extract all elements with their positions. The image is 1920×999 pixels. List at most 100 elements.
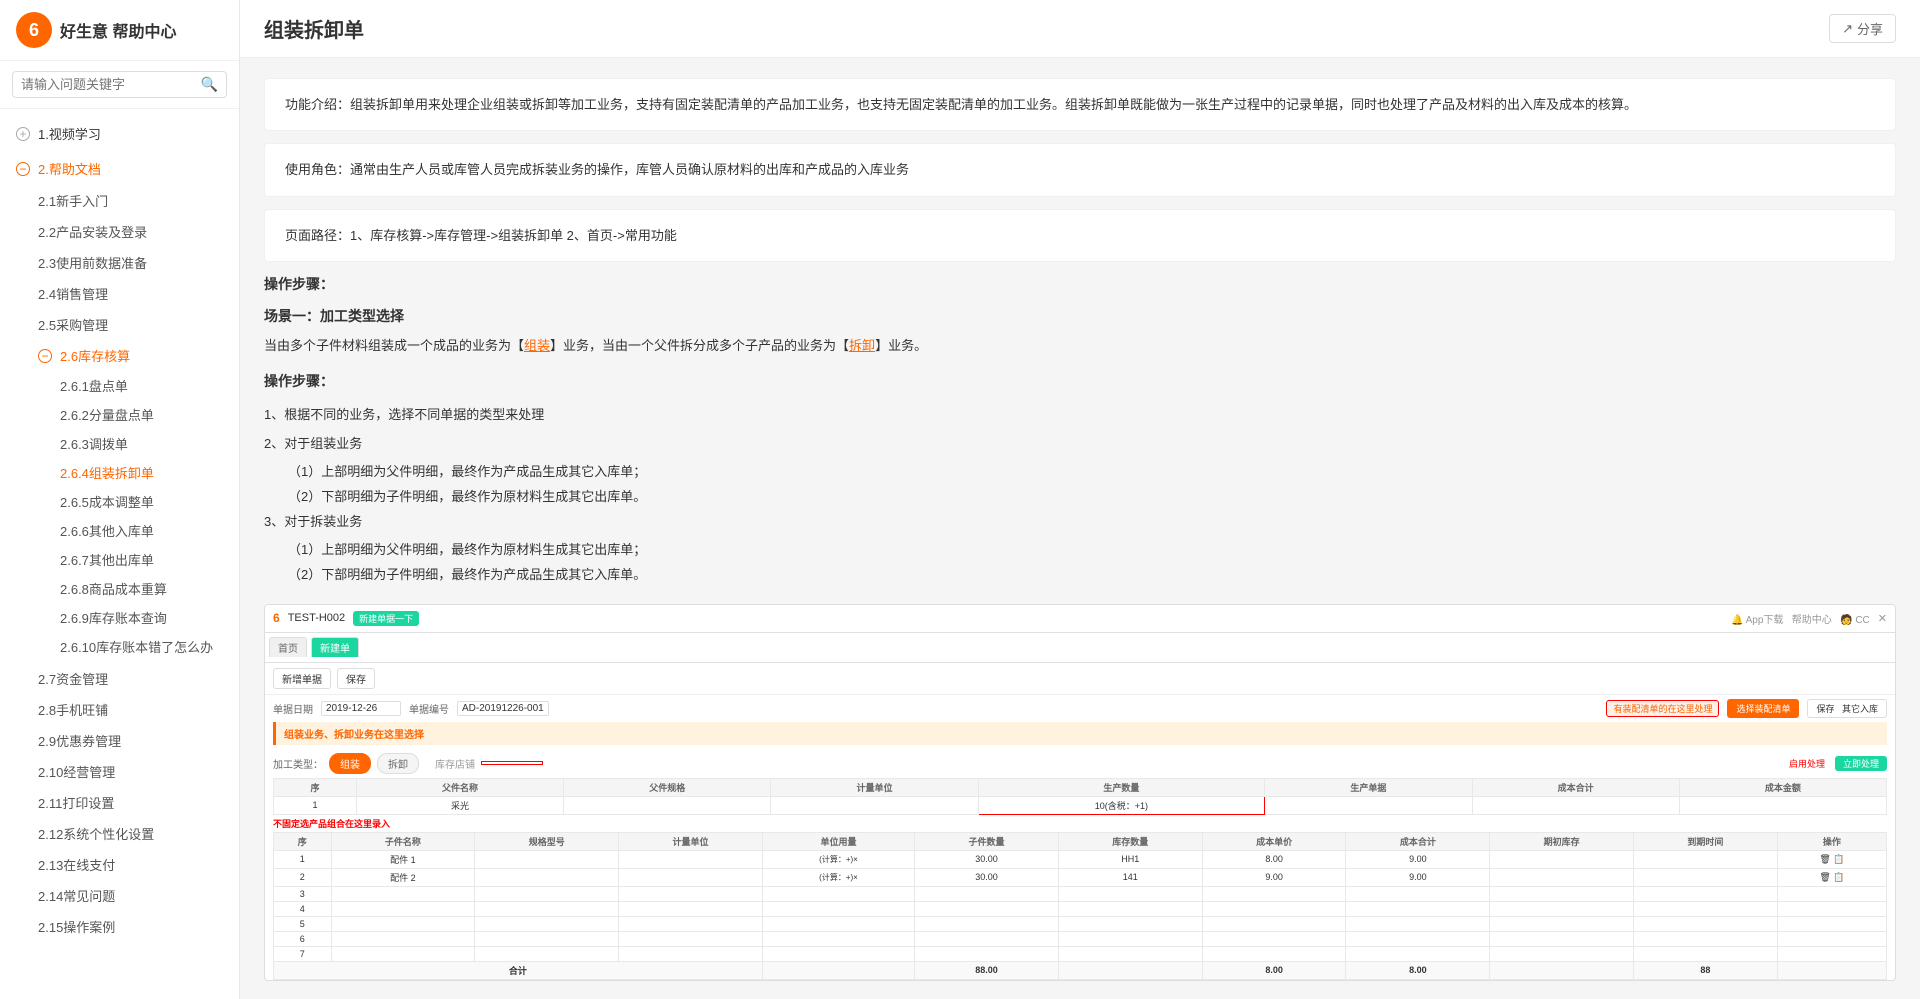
docs-subitems: 2.1新手入门 2.2产品安装及登录 2.3使用前数据准备 2.4销售管理 2.… xyxy=(0,185,239,942)
sidebar-item-video[interactable]: + 1.视频学习 xyxy=(0,117,239,150)
toolbar-btn-new[interactable]: 新增单据 xyxy=(273,668,331,689)
toolbar-btn-savefinal[interactable]: 保存 其它入库 xyxy=(1807,699,1887,718)
col-seq: 序 xyxy=(274,778,357,796)
search-box[interactable]: 🔍 xyxy=(12,71,227,98)
app-toolbar: 新增单据 保存 xyxy=(265,663,1895,695)
scenario1-title: 场景一：加工类型选择 xyxy=(264,306,1896,326)
collapse-icon: − xyxy=(16,162,30,176)
app-icons: 🔔 App下载 帮助中心 🧑 CC xyxy=(1731,611,1870,626)
col-cost-total: 成本合计 xyxy=(1472,778,1679,796)
screenshot-container: 6 TEST-H002 新建单据一下 🔔 App下载 帮助中心 🧑 CC ✕ 首… xyxy=(264,604,1896,981)
operations-title: 操作步骤： xyxy=(264,274,1896,294)
nav-area: + 1.视频学习 − 2.帮助文档 2.1新手入门 2.2产品安装及登录 2.3… xyxy=(0,109,239,999)
ops-steps-title: 操作步骤： xyxy=(264,371,1896,391)
table-row: 2 配件 2 (计算：+)× 30.00 141 9.00 9.00 xyxy=(274,868,1887,886)
sidebar-item-2-6-8[interactable]: 2.6.8商品成本重算 xyxy=(60,574,239,603)
sidebar-item-docs[interactable]: − 2.帮助文档 xyxy=(0,152,239,185)
sidebar-item-2-6-6[interactable]: 2.6.6其他入库单 xyxy=(60,516,239,545)
table-row: 1 采光 10(含税：+1) xyxy=(274,796,1887,814)
sidebar-item-2-3[interactable]: 2.3使用前数据准备 xyxy=(38,247,239,278)
nav-section-docs: − 2.帮助文档 2.1新手入门 2.2产品安装及登录 2.3使用前数据准备 2… xyxy=(0,152,239,942)
table-row: 3 xyxy=(274,886,1887,901)
table-row: 5 xyxy=(274,916,1887,931)
table-row: 4 xyxy=(274,901,1887,916)
step2: 2、对于组装业务 xyxy=(264,432,1896,457)
type-btn-zuzhuang[interactable]: 组装 xyxy=(329,753,371,774)
sidebar-item-2-12[interactable]: 2.12系统个性化设置 xyxy=(38,818,239,849)
sidebar-item-2-10[interactable]: 2.10经营管理 xyxy=(38,756,239,787)
col-cost-amt: 成本金额 xyxy=(1679,778,1886,796)
step3-sub1: （1）上部明细为父件明细，最终作为原材料生成其它出库单； xyxy=(264,538,1896,563)
app-titlebar: 6 TEST-H002 新建单据一下 🔔 App下载 帮助中心 🧑 CC ✕ xyxy=(265,605,1895,633)
field-number-label: 单据编号 xyxy=(409,701,449,716)
sidebar-item-2-1[interactable]: 2.1新手入门 xyxy=(38,185,239,216)
search-icon[interactable]: 🔍 xyxy=(201,76,218,93)
intro-block-1: 功能介绍：组装拆卸单用来处理企业组装或拆卸等加工业务，支持有固定装配清单的产品加… xyxy=(264,78,1896,131)
sidebar-item-label: 2.帮助文档 xyxy=(38,159,101,178)
tab-new-order[interactable]: 新建单 xyxy=(311,637,359,657)
sidebar-item-2-9[interactable]: 2.9优惠券管理 xyxy=(38,725,239,756)
field-date-value[interactable]: 2019-12-26 xyxy=(321,701,401,716)
annotation-box-1: 有装配清单的在这里处理 xyxy=(1606,700,1719,717)
sidebar-item-2-14[interactable]: 2.14常见问题 xyxy=(38,880,239,911)
sidebar-item-2-2[interactable]: 2.2产品安装及登录 xyxy=(38,216,239,247)
tab-home[interactable]: 首页 xyxy=(269,637,307,657)
step1: 1、根据不同的业务，选择不同单据的类型来处理 xyxy=(264,403,1896,428)
sidebar-item-2-6-7[interactable]: 2.6.7其他出库单 xyxy=(60,545,239,574)
col-prod-qty: 生产数量 xyxy=(978,778,1265,796)
sidebar-item-2-4[interactable]: 2.4销售管理 xyxy=(38,278,239,309)
sidebar-item-2-7[interactable]: 2.7资金管理 xyxy=(38,663,239,694)
toolbar-btn-save[interactable]: 保存 xyxy=(337,668,375,689)
app-window: 6 TEST-H002 新建单据一下 🔔 App下载 帮助中心 🧑 CC ✕ 首… xyxy=(265,605,1895,980)
close-icon[interactable]: ✕ xyxy=(1878,612,1887,625)
sidebar-item-2-5[interactable]: 2.5采购管理 xyxy=(38,309,239,340)
enable-btn[interactable]: 立即处理 xyxy=(1835,756,1887,771)
sidebar-item-2-15[interactable]: 2.15操作案例 xyxy=(38,911,239,942)
sidebar-item-2-13[interactable]: 2.13在线支付 xyxy=(38,849,239,880)
form-fields-row: 单据日期 2019-12-26 单据编号 AD-20191226-001 有装配… xyxy=(265,695,1895,722)
share-button[interactable]: ↗ 分享 xyxy=(1829,14,1896,43)
sidebar-item-2-11[interactable]: 2.11打印设置 xyxy=(38,787,239,818)
sidebar-item-2-6-1[interactable]: 2.6.1盘点单 xyxy=(60,371,239,400)
scenario1-desc: 当由多个子件材料组装成一个成品的业务为【组装】业务，当由一个父件拆分成多个子产品… xyxy=(264,334,1896,359)
sidebar-item-2-6-label: 2.6库存核算 xyxy=(60,346,130,365)
intro-block-3: 页面路径：1、库存核算->库存管理->组装拆卸单 2、首页->常用功能 xyxy=(264,209,1896,262)
table-footer: 合计 88.00 8.00 8.00 88 xyxy=(274,961,1887,979)
lower-table: 序 子件名称 规格型号 计量单位 单位用量 子件数量 库存数量 成本单价 成本合… xyxy=(273,832,1887,980)
sidebar-item-2-6-3[interactable]: 2.6.3调拨单 xyxy=(60,429,239,458)
toolbar-btn-select[interactable]: 选择装配清单 xyxy=(1727,699,1799,718)
stock-input[interactable] xyxy=(481,761,543,765)
field-number-value[interactable]: AD-20191226-001 xyxy=(457,701,549,716)
form-row-2: 组装业务、拆卸业务在这里选择 xyxy=(273,722,1887,745)
step3: 3、对于拆装业务 xyxy=(264,510,1896,535)
main-header: 组装拆卸单 ↗ 分享 xyxy=(240,0,1920,58)
content-body: 功能介绍：组装拆卸单用来处理企业组装或拆卸等加工业务，支持有固定装配清单的产品加… xyxy=(240,58,1920,999)
operations-section: 操作步骤： 场景一：加工类型选择 当由多个子件材料组装成一个成品的业务为【组装】… xyxy=(264,274,1896,981)
sidebar-item-2-6-2[interactable]: 2.6.2分量盘点单 xyxy=(60,400,239,429)
intro-block-2: 使用角色：通常由生产人员或库管人员完成拆装业务的操作，库管人员确认原材料的出库和… xyxy=(264,143,1896,196)
logo-text: 好生意 帮助中心 xyxy=(60,18,176,42)
col-parent-name: 父件名称 xyxy=(356,778,563,796)
sidebar-item-2-6-5[interactable]: 2.6.5成本调整单 xyxy=(60,487,239,516)
main-content: 组装拆卸单 ↗ 分享 功能介绍：组装拆卸单用来处理企业组装或拆卸等加工业务，支持… xyxy=(240,0,1920,999)
sidebar-item-2-8[interactable]: 2.8手机旺铺 xyxy=(38,694,239,725)
sub-annotation-2: 组装业务、拆卸业务在这里选择 xyxy=(284,726,424,741)
table-row: 1 配件 1 (计算：+)× 30.00 HH1 8.00 9.00 xyxy=(274,850,1887,868)
type-btn-chaijie[interactable]: 拆卸 xyxy=(377,753,419,774)
sidebar-item-2-6-4[interactable]: 2.6.4组装拆卸单 xyxy=(60,458,239,487)
sidebar-item-2-6[interactable]: − 2.6库存核算 xyxy=(38,340,239,371)
col-parent-spec: 父件规格 xyxy=(564,778,771,796)
annotation4: 不固定选产品组合在这里录入 xyxy=(265,815,1895,832)
expand-icon: + xyxy=(16,127,30,141)
step3-sub2: （2）下部明细为子件明细，最终作为产成品生成其它入库单。 xyxy=(264,563,1896,588)
sidebar-item-2-6-10[interactable]: 2.6.10库存账本错了怎么办 xyxy=(60,632,239,661)
search-input[interactable] xyxy=(21,77,201,92)
lower-table-area: 序 子件名称 规格型号 计量单位 单位用量 子件数量 库存数量 成本单价 成本合… xyxy=(265,832,1895,980)
app-title: TEST-H002 xyxy=(288,612,345,624)
table-row: 6 xyxy=(274,931,1887,946)
nav-level3-2-6: 2.6.1盘点单 2.6.2分量盘点单 2.6.3调拨单 2.6.4组装拆卸单 … xyxy=(38,371,239,661)
col-unit: 计量单位 xyxy=(771,778,978,796)
upper-table-area: 序 父件名称 父件规格 计量单位 生产数量 生产单据 成本合计 成本金额 xyxy=(265,778,1895,815)
table-row: 7 xyxy=(274,946,1887,961)
sidebar-item-2-6-9[interactable]: 2.6.9库存账本查询 xyxy=(60,603,239,632)
